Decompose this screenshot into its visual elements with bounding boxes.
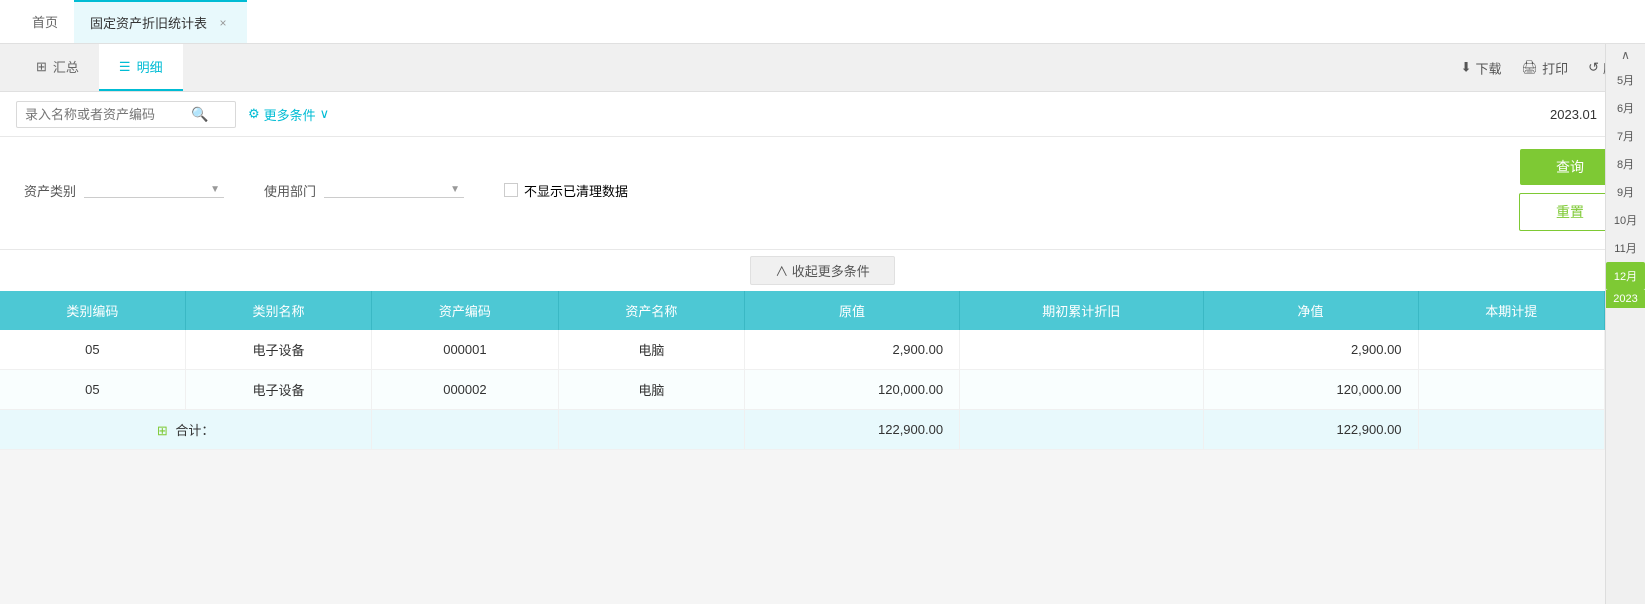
tab-summary[interactable]: ⊞ 汇总 (16, 44, 99, 91)
sidebar-up-button[interactable]: ∧ (1606, 44, 1645, 66)
row1-category-name: 电子设备 (185, 330, 371, 370)
search-input[interactable] (25, 107, 185, 122)
table-row: 05 电子设备 000002 电脑 120,000.00 120,000.00 (0, 370, 1605, 410)
nav-tab-label: 固定资产折旧统计表 (90, 13, 207, 32)
filter-area: 资产类别 ▼ 使用部门 ▼ 不显示已清理数据 查询 重置 (0, 137, 1645, 250)
more-conditions-label: 更多条件 (264, 105, 316, 124)
th-category-code: 类别编码 (0, 291, 185, 330)
filter-row: 资产类别 ▼ 使用部门 ▼ 不显示已清理数据 查询 重置 (24, 149, 1621, 231)
row2-current-provision (1418, 370, 1604, 410)
department-filter: 使用部门 ▼ (264, 181, 464, 200)
sidebar-month-9[interactable]: 9月 (1606, 178, 1645, 206)
table-row: 05 电子设备 000001 电脑 2,900.00 2,900.00 (0, 330, 1605, 370)
row1-net-value: 2,900.00 (1203, 330, 1418, 370)
print-button[interactable]: 🖨 打印 (1522, 58, 1569, 77)
detail-icon: ☰ (119, 59, 131, 75)
sidebar-month-8[interactable]: 8月 (1606, 150, 1645, 178)
sidebar-month-12[interactable]: 12月 (1606, 262, 1645, 290)
asset-category-arrow-icon: ▼ (210, 184, 220, 195)
row2-category-name: 电子设备 (185, 370, 371, 410)
th-asset-name: 资产名称 (558, 291, 744, 330)
total-acc-depreciation (960, 410, 1203, 450)
row2-net-value: 120,000.00 (1203, 370, 1418, 410)
main-container: ⊞ 汇总 ☰ 明细 ⬇ 下载 🖨 打印 ↺ 刷新 🔍 (0, 44, 1645, 604)
checkbox-box (504, 183, 518, 197)
nav-tab-active: 固定资产折旧统计表 × (74, 0, 247, 43)
hide-cleared-label: 不显示已清理数据 (524, 181, 628, 200)
top-nav: 首页 固定资产折旧统计表 × × (0, 0, 1645, 44)
search-icon: 🔍 (191, 106, 208, 123)
print-icon: 🖨 (1522, 60, 1539, 76)
search-bar: 🔍 ⚙ 更多条件 ∨ 2023.01 › (0, 92, 1645, 137)
chevron-down-icon: ∨ (320, 106, 330, 122)
table-header-row: 类别编码 类别名称 资产编码 资产名称 原值 期初累计折旧 净值 本期计提 (0, 291, 1605, 330)
asset-category-select[interactable]: ▼ (84, 182, 224, 198)
filter-icon: ⚙ (248, 106, 260, 122)
total-icon: ⊞ (157, 423, 168, 438)
th-acc-depreciation: 期初累计折旧 (960, 291, 1203, 330)
tab-detail[interactable]: ☰ 明细 (99, 44, 183, 91)
sidebar-year-badge[interactable]: 2023 (1606, 290, 1645, 308)
row2-asset-code: 000002 (372, 370, 558, 410)
sidebar-month-6[interactable]: 6月 (1606, 94, 1645, 122)
total-current-provision (1418, 410, 1604, 450)
row2-original-value: 120,000.00 (745, 370, 960, 410)
row1-asset-code: 000001 (372, 330, 558, 370)
row1-original-value: 2,900.00 (745, 330, 960, 370)
tab-summary-label: 汇总 (53, 57, 79, 76)
tab-bar: ⊞ 汇总 ☰ 明细 ⬇ 下载 🖨 打印 ↺ 刷新 (0, 44, 1645, 92)
right-sidebar: ∧ 5月 6月 7月 8月 9月 10月 11月 12月 2023 (1605, 44, 1645, 604)
th-original-value: 原值 (745, 291, 960, 330)
total-original-value: 122,900.00 (745, 410, 960, 450)
row1-acc-depreciation (960, 330, 1203, 370)
total-net-value: 122,900.00 (1203, 410, 1418, 450)
total-row: ⊞ 合计： 122,900.00 122,900.00 (0, 410, 1605, 450)
asset-category-label: 资产类别 (24, 181, 76, 200)
th-category-name: 类别名称 (185, 291, 371, 330)
date-label: 2023.01 (1550, 107, 1597, 122)
sidebar-month-7[interactable]: 7月 (1606, 122, 1645, 150)
row1-current-provision (1418, 330, 1604, 370)
more-conditions-button[interactable]: ⚙ 更多条件 ∨ (248, 105, 329, 124)
th-current-provision: 本期计提 (1418, 291, 1604, 330)
row2-asset-name: 电脑 (558, 370, 744, 410)
table-container: 类别编码 类别名称 资产编码 资产名称 原值 期初累计折旧 净值 本期计提 05… (0, 291, 1605, 450)
collapse-row: ∧ 收起更多条件 (0, 250, 1645, 291)
department-select[interactable]: ▼ (324, 182, 464, 198)
print-label: 打印 (1542, 58, 1568, 77)
download-icon: ⬇ (1461, 60, 1472, 76)
total-label: 合计： (175, 423, 214, 438)
refresh-icon: ↺ (1588, 60, 1599, 76)
summary-icon: ⊞ (36, 59, 47, 75)
tab-detail-label: 明细 (137, 57, 163, 76)
total-empty1 (372, 410, 558, 450)
sidebar-month-5[interactable]: 5月 (1606, 66, 1645, 94)
download-button[interactable]: ⬇ 下载 (1461, 58, 1502, 77)
hide-cleared-checkbox[interactable]: 不显示已清理数据 (504, 181, 628, 200)
data-table: 类别编码 类别名称 资产编码 资产名称 原值 期初累计折旧 净值 本期计提 05… (0, 291, 1605, 450)
department-label: 使用部门 (264, 181, 316, 200)
total-label-cell: ⊞ 合计： (0, 410, 372, 450)
total-empty2 (558, 410, 744, 450)
collapse-button[interactable]: ∧ 收起更多条件 (750, 256, 895, 285)
sidebar-month-11[interactable]: 11月 (1606, 234, 1645, 262)
tab-actions: ⬇ 下载 🖨 打印 ↺ 刷新 (1461, 58, 1629, 77)
row2-category-code: 05 (0, 370, 185, 410)
asset-category-filter: 资产类别 ▼ (24, 181, 224, 200)
nav-tab-close-icon[interactable]: × (215, 15, 231, 31)
th-asset-code: 资产编码 (372, 291, 558, 330)
row1-category-code: 05 (0, 330, 185, 370)
search-input-wrap: 🔍 (16, 101, 236, 128)
row2-acc-depreciation (960, 370, 1203, 410)
th-net-value: 净值 (1203, 291, 1418, 330)
nav-home[interactable]: 首页 (16, 0, 74, 43)
row1-asset-name: 电脑 (558, 330, 744, 370)
department-arrow-icon: ▼ (450, 184, 460, 195)
sidebar-month-10[interactable]: 10月 (1606, 206, 1645, 234)
download-label: 下载 (1476, 58, 1502, 77)
